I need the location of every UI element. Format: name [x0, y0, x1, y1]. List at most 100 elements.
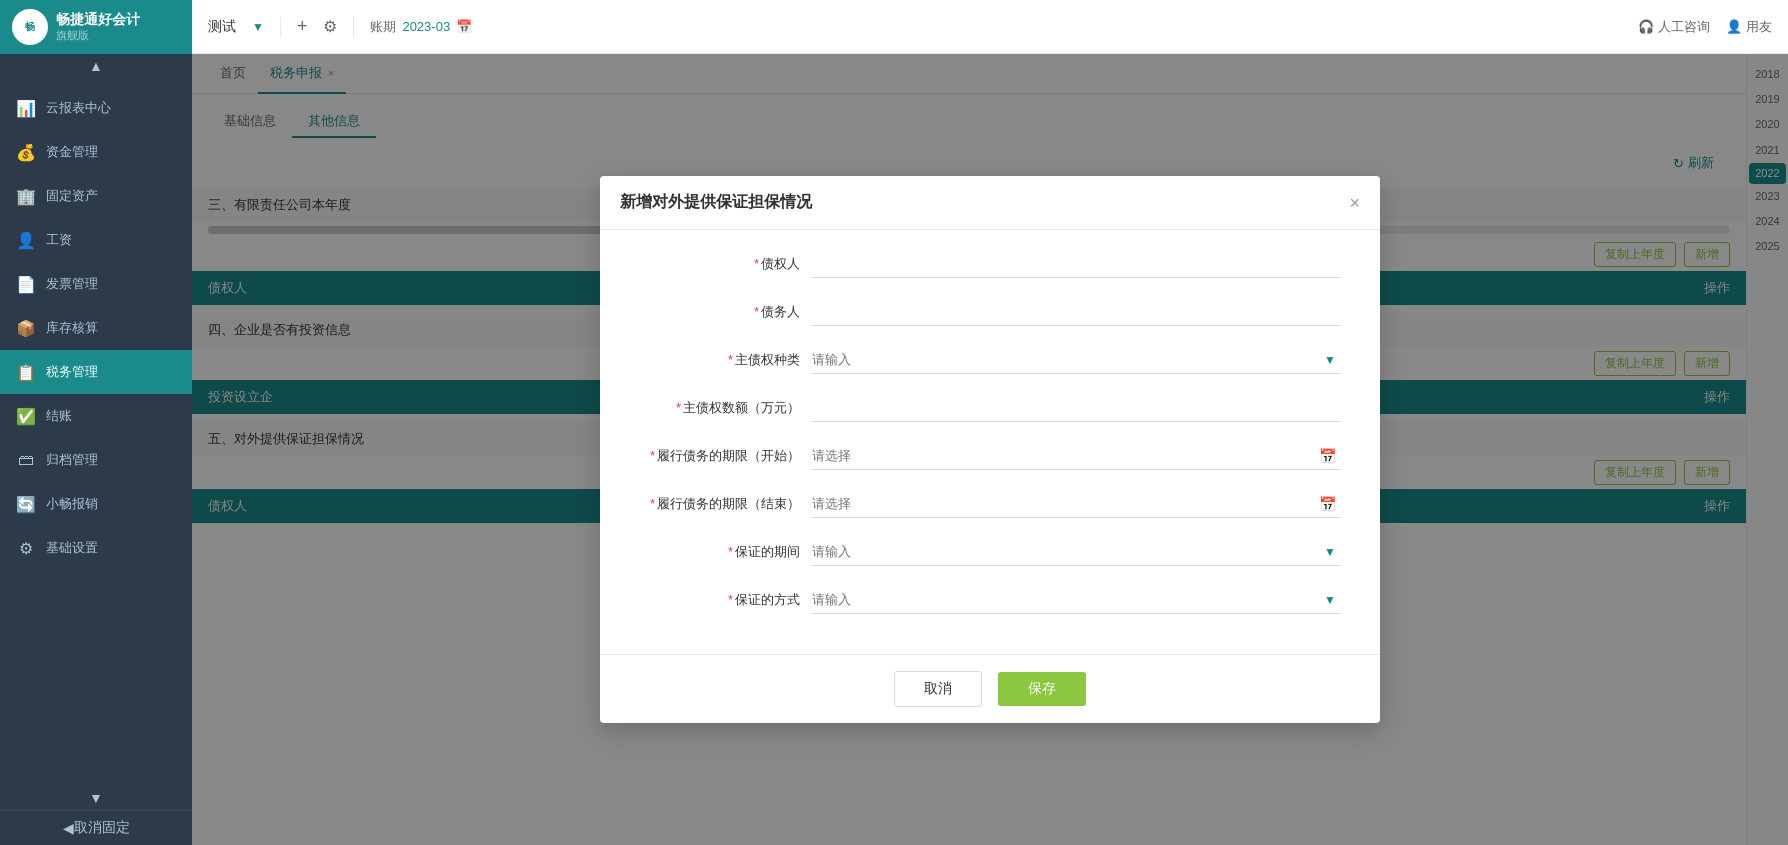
- sidebar-item-xiaochang[interactable]: 🔄 小畅报销: [0, 482, 192, 526]
- modal-title: 新增对外提供保证担保情况: [620, 192, 812, 213]
- guarantee-method-input[interactable]: [812, 586, 1340, 614]
- sidebar-item-payroll-label: 工资: [46, 231, 72, 249]
- form-row-debtor: *债务人: [640, 298, 1340, 326]
- sidebar-item-fund-mgmt-label: 资金管理: [46, 143, 98, 161]
- sidebar-collapse-btn[interactable]: ◀ 取消固定: [0, 810, 192, 845]
- sidebar-item-archive[interactable]: 🗃 归档管理: [0, 438, 192, 482]
- sidebar: 畅 畅捷通好会计 旗舰版 ▲ 📊 云报表中心 💰 资金管理 🏢 固定资产 👤: [0, 0, 192, 845]
- form-row-start-date: *履行债务的期限（开始） 📅: [640, 442, 1340, 470]
- debt-type-wrap: ▼: [812, 346, 1340, 374]
- guarantee-method-label: *保证的方式: [640, 591, 800, 609]
- sidebar-scroll-down[interactable]: ▼: [0, 786, 192, 810]
- debt-type-input[interactable]: [812, 346, 1340, 374]
- modal-close-btn[interactable]: ×: [1349, 194, 1360, 212]
- topbar-divider2: [353, 17, 354, 37]
- add-button[interactable]: +: [297, 16, 308, 37]
- start-date-label: *履行债务的期限（开始）: [640, 447, 800, 465]
- cloud-report-icon: 📊: [16, 98, 36, 118]
- topbar-divider1: [280, 17, 281, 37]
- form-row-debt-type: *主债权种类 ▼: [640, 346, 1340, 374]
- sidebar-item-fixed-assets-label: 固定资产: [46, 187, 98, 205]
- collapse-icon: ◀: [63, 820, 74, 836]
- form-row-end-date: *履行债务的期限（结束） 📅: [640, 490, 1340, 518]
- sidebar-item-invoice-mgmt-label: 发票管理: [46, 275, 98, 293]
- form-row-guarantee-method: *保证的方式 ▼: [640, 586, 1340, 614]
- modal-header: 新增对外提供保证担保情况 ×: [600, 176, 1380, 230]
- app-info: 畅捷通好会计 旗舰版: [56, 11, 140, 43]
- creditor-input[interactable]: [812, 250, 1340, 278]
- collapse-label: 取消固定: [74, 819, 130, 837]
- main-area: 测试 ▼ + ⚙ 账期 2023-03 📅 🎧 人工咨询 👤 用友: [192, 0, 1788, 845]
- sidebar-item-tax-mgmt-label: 税务管理: [46, 363, 98, 381]
- company-name: 测试: [208, 18, 236, 36]
- debt-amount-label: *主债权数额（万元）: [640, 399, 800, 417]
- sidebar-item-inventory[interactable]: 📦 库存核算: [0, 306, 192, 350]
- sidebar-scroll-up[interactable]: ▲: [0, 54, 192, 78]
- end-date-input[interactable]: [812, 490, 1340, 518]
- end-date-calendar-icon[interactable]: 📅: [1319, 496, 1336, 512]
- form-row-guarantee-period: *保证的期间 ▼: [640, 538, 1340, 566]
- sidebar-item-archive-label: 归档管理: [46, 451, 98, 469]
- modal-dialog: 新增对外提供保证担保情况 × *债权人: [600, 176, 1380, 723]
- debtor-input[interactable]: [812, 298, 1340, 326]
- headset-icon: 🎧: [1638, 19, 1654, 34]
- sidebar-item-settlement-label: 结账: [46, 407, 72, 425]
- topbar-right: 🎧 人工咨询 👤 用友: [1638, 18, 1772, 36]
- save-button[interactable]: 保存: [998, 672, 1086, 706]
- modal-footer: 取消 保存: [600, 654, 1380, 723]
- period-calendar-icon[interactable]: 📅: [456, 19, 472, 34]
- company-dropdown[interactable]: ▼: [252, 20, 264, 34]
- fixed-assets-icon: 🏢: [16, 186, 36, 206]
- archive-icon: 🗃: [16, 450, 36, 470]
- app-title: 畅捷通好会计: [56, 11, 140, 28]
- sidebar-item-xiaochang-label: 小畅报销: [46, 495, 98, 513]
- base-settings-icon: ⚙: [16, 538, 36, 558]
- invoice-mgmt-icon: 📄: [16, 274, 36, 294]
- creditor-input-wrap: [812, 250, 1340, 278]
- sidebar-item-cloud-report-label: 云报表中心: [46, 99, 111, 117]
- user-btn[interactable]: 👤 用友: [1726, 18, 1772, 36]
- service-btn[interactable]: 🎧 人工咨询: [1638, 18, 1710, 36]
- start-date-calendar-icon[interactable]: 📅: [1319, 448, 1336, 464]
- start-date-wrap: 📅: [812, 442, 1340, 470]
- sidebar-item-settlement[interactable]: ✅ 结账: [0, 394, 192, 438]
- form-row-creditor: *债权人: [640, 250, 1340, 278]
- sidebar-item-base-settings[interactable]: ⚙ 基础设置: [0, 526, 192, 570]
- fund-mgmt-icon: 💰: [16, 142, 36, 162]
- tax-mgmt-icon: 📋: [16, 362, 36, 382]
- content-area: 首页 税务申报 × 基础信息 其他信息: [192, 54, 1788, 845]
- topbar: 测试 ▼ + ⚙ 账期 2023-03 📅 🎧 人工咨询 👤 用友: [192, 0, 1788, 54]
- end-date-wrap: 📅: [812, 490, 1340, 518]
- period-display: 账期 2023-03 📅: [370, 18, 472, 36]
- modal-body: *债权人 *债务人: [600, 230, 1380, 654]
- sidebar-item-inventory-label: 库存核算: [46, 319, 98, 337]
- sidebar-item-fund-mgmt[interactable]: 💰 资金管理: [0, 130, 192, 174]
- payroll-icon: 👤: [16, 230, 36, 250]
- debt-amount-input[interactable]: [812, 394, 1340, 422]
- sidebar-item-tax-mgmt[interactable]: 📋 税务管理: [0, 350, 192, 394]
- sidebar-item-cloud-report[interactable]: 📊 云报表中心: [0, 86, 192, 130]
- xiaochang-icon: 🔄: [16, 494, 36, 514]
- guarantee-period-wrap: ▼: [812, 538, 1340, 566]
- inventory-icon: 📦: [16, 318, 36, 338]
- guarantee-period-label: *保证的期间: [640, 543, 800, 561]
- end-date-label: *履行债务的期限（结束）: [640, 495, 800, 513]
- sidebar-item-fixed-assets[interactable]: 🏢 固定资产: [0, 174, 192, 218]
- settings-button[interactable]: ⚙: [323, 17, 337, 36]
- debt-type-label: *主债权种类: [640, 351, 800, 369]
- sidebar-item-invoice-mgmt[interactable]: 📄 发票管理: [0, 262, 192, 306]
- form-row-debt-amount: *主债权数额（万元）: [640, 394, 1340, 422]
- guarantee-period-input[interactable]: [812, 538, 1340, 566]
- app-edition: 旗舰版: [56, 28, 140, 43]
- creditor-label: *债权人: [640, 255, 800, 273]
- guarantee-method-wrap: ▼: [812, 586, 1340, 614]
- sidebar-item-payroll[interactable]: 👤 工资: [0, 218, 192, 262]
- user-label: 用友: [1746, 18, 1772, 36]
- cancel-button[interactable]: 取消: [894, 671, 982, 707]
- user-icon: 👤: [1726, 19, 1742, 34]
- debt-amount-wrap: [812, 394, 1340, 422]
- sidebar-item-base-settings-label: 基础设置: [46, 539, 98, 557]
- debtor-input-wrap: [812, 298, 1340, 326]
- start-date-input[interactable]: [812, 442, 1340, 470]
- period-value: 2023-03: [402, 19, 450, 34]
